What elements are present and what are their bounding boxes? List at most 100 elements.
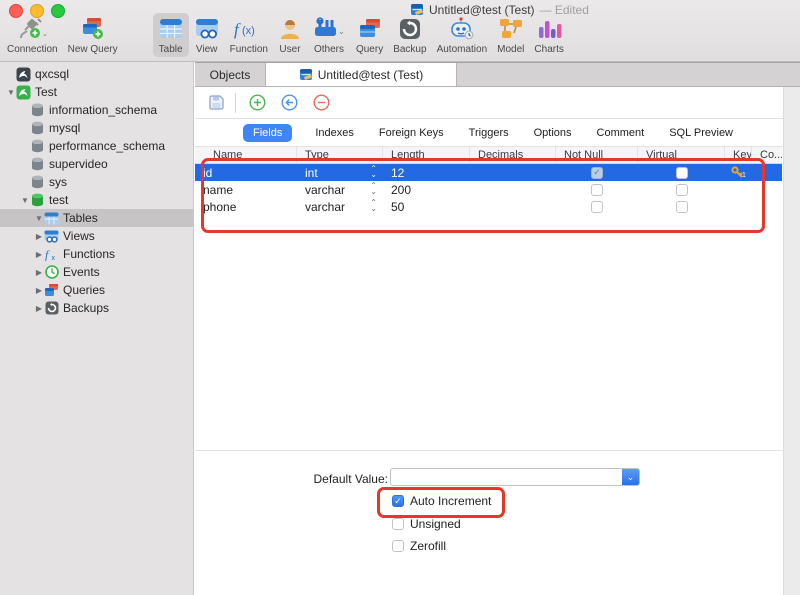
cell-comment[interactable] [752, 164, 782, 181]
save-button[interactable] [207, 94, 225, 112]
col-header-length[interactable]: Length [383, 147, 470, 163]
tree-item-functions[interactable]: ▶ fx Functions [0, 245, 193, 263]
collapse-arrow-icon[interactable]: ▶ [34, 304, 44, 313]
toolbar-automation[interactable]: Automation [432, 13, 493, 57]
toolbar-connection-label: Connection [7, 44, 58, 55]
field-row-id[interactable]: id int ⌃⌄ 12 1 [195, 164, 782, 181]
tree-item-mysql[interactable]: mysql [0, 119, 193, 137]
tree-item-information-schema[interactable]: information_schema [0, 101, 193, 119]
virtual-checkbox[interactable] [675, 183, 688, 196]
type-stepper[interactable]: ⌃ ⌄ [370, 199, 377, 213]
toolbar-table[interactable]: Table [152, 13, 189, 57]
cell-comment[interactable] [752, 198, 782, 215]
col-header-virtual[interactable]: Virtual [638, 147, 725, 163]
default-value-combobox[interactable]: ⌄ [390, 468, 640, 486]
cell-key[interactable] [725, 181, 752, 198]
zerofill-option[interactable]: Zerofill [392, 539, 446, 553]
cell-key[interactable] [725, 198, 752, 215]
unsigned-checkbox[interactable] [392, 518, 404, 530]
collapse-arrow-icon[interactable]: ▶ [34, 232, 44, 241]
add-field-button[interactable] [248, 94, 266, 112]
toolbar-view-label: View [195, 44, 218, 55]
toolbar-backup[interactable]: Backup [388, 13, 431, 57]
cell-name[interactable]: phone [195, 198, 297, 215]
expand-arrow-icon[interactable]: ▼ [6, 88, 16, 97]
not-null-checkbox[interactable] [591, 166, 603, 179]
tree-item-supervideo[interactable]: supervideo [0, 155, 193, 173]
toolbar-query[interactable]: Query [351, 13, 388, 57]
tab-objects[interactable]: Objects [195, 63, 266, 86]
tab-sql-preview[interactable]: SQL Preview [667, 124, 735, 142]
col-header-comment[interactable]: Co... [752, 147, 782, 163]
tree-item-sys[interactable]: sys [0, 173, 193, 191]
tree-item-backups[interactable]: ▶ Backups [0, 299, 193, 317]
insert-field-button[interactable] [280, 94, 298, 112]
collapse-arrow-icon[interactable]: ▶ [34, 250, 44, 259]
tree-item-performance-schema[interactable]: performance_schema [0, 137, 193, 155]
tab-foreign-keys[interactable]: Foreign Keys [377, 124, 446, 142]
cell-length[interactable]: 50 [383, 198, 470, 215]
type-stepper[interactable]: ⌃ ⌄ [370, 182, 377, 196]
cell-decimals[interactable] [470, 164, 556, 181]
database-icon [30, 175, 45, 190]
expand-arrow-icon[interactable]: ▼ [20, 196, 30, 205]
floppy-icon [208, 94, 225, 111]
cell-comment[interactable] [752, 181, 782, 198]
tab-options[interactable]: Options [532, 124, 574, 142]
col-header-not-null[interactable]: Not Null [556, 147, 638, 163]
cell-decimals[interactable] [470, 198, 556, 215]
col-header-decimals[interactable]: Decimals [470, 147, 556, 163]
cell-decimals[interactable] [470, 181, 556, 198]
col-header-key[interactable]: Key [725, 147, 752, 163]
toolbar-connection[interactable]: ⌄ Connection [2, 13, 63, 57]
tree-item-views[interactable]: ▶ Views [0, 227, 193, 245]
expand-arrow-icon[interactable]: ▼ [34, 214, 44, 223]
cell-type[interactable]: int ⌃ ⌄ [297, 164, 383, 181]
delete-field-button[interactable] [312, 94, 330, 112]
tree-item-events[interactable]: ▶ Events [0, 263, 193, 281]
toolbar-function[interactable]: f (x) Function [225, 13, 273, 57]
type-stepper[interactable]: ⌃ ⌄ [370, 165, 377, 179]
not-null-checkbox[interactable] [591, 183, 603, 196]
toolbar-user[interactable]: User [273, 13, 307, 57]
tab-indexes[interactable]: Indexes [313, 124, 356, 142]
col-header-name[interactable]: Name [195, 147, 297, 163]
tab-untitled-test[interactable]: Untitled@test (Test) [266, 63, 457, 86]
cell-name[interactable]: id [195, 164, 297, 181]
cell-length[interactable]: 12 [383, 164, 470, 181]
toolbar-new-query[interactable]: New Query [63, 13, 123, 57]
tab-fields[interactable]: Fields [242, 123, 293, 142]
auto-increment-option[interactable]: Auto Increment [392, 494, 491, 508]
field-row-phone[interactable]: phone varchar ⌃ ⌄ 50 [195, 198, 782, 215]
tree-item-test-connection[interactable]: ▼ Test [0, 83, 193, 101]
key-order: 1 [742, 172, 746, 179]
toolbar-model[interactable]: Model [492, 13, 529, 57]
cell-type[interactable]: varchar ⌃ ⌄ [297, 181, 383, 198]
combo-dropdown-button[interactable]: ⌄ [622, 469, 639, 485]
zerofill-checkbox[interactable] [392, 540, 404, 552]
not-null-checkbox[interactable] [591, 200, 603, 213]
cell-type[interactable]: varchar ⌃ ⌄ [297, 198, 383, 215]
cell-name[interactable]: name [195, 181, 297, 198]
collapse-arrow-icon[interactable]: ▶ [34, 268, 44, 277]
field-row-name[interactable]: name varchar ⌃ ⌄ 200 [195, 181, 782, 198]
cell-not-null [556, 164, 638, 181]
collapse-arrow-icon[interactable]: ▶ [34, 286, 44, 295]
toolbar-charts[interactable]: Charts [529, 13, 568, 57]
virtual-checkbox[interactable] [675, 166, 688, 179]
toolbar-others[interactable]: ⌄ Others [307, 13, 351, 57]
toolbar-view[interactable]: View [189, 13, 225, 57]
tab-comment[interactable]: Comment [595, 124, 647, 142]
unsigned-option[interactable]: Unsigned [392, 517, 461, 531]
tree-item-queries[interactable]: ▶ Queries [0, 281, 193, 299]
functions-icon: fx [44, 247, 59, 262]
col-header-type[interactable]: Type [297, 147, 383, 163]
tree-item-tables[interactable]: ▼ Tables [0, 209, 193, 227]
virtual-checkbox[interactable] [675, 200, 688, 213]
tree-item-qxcsql[interactable]: qxcsql [0, 65, 193, 83]
tree-item-test-db[interactable]: ▼ test [0, 191, 193, 209]
unsigned-label: Unsigned [410, 517, 461, 531]
auto-increment-checkbox[interactable] [392, 495, 404, 507]
tab-triggers[interactable]: Triggers [467, 124, 511, 142]
cell-length[interactable]: 200 [383, 181, 470, 198]
